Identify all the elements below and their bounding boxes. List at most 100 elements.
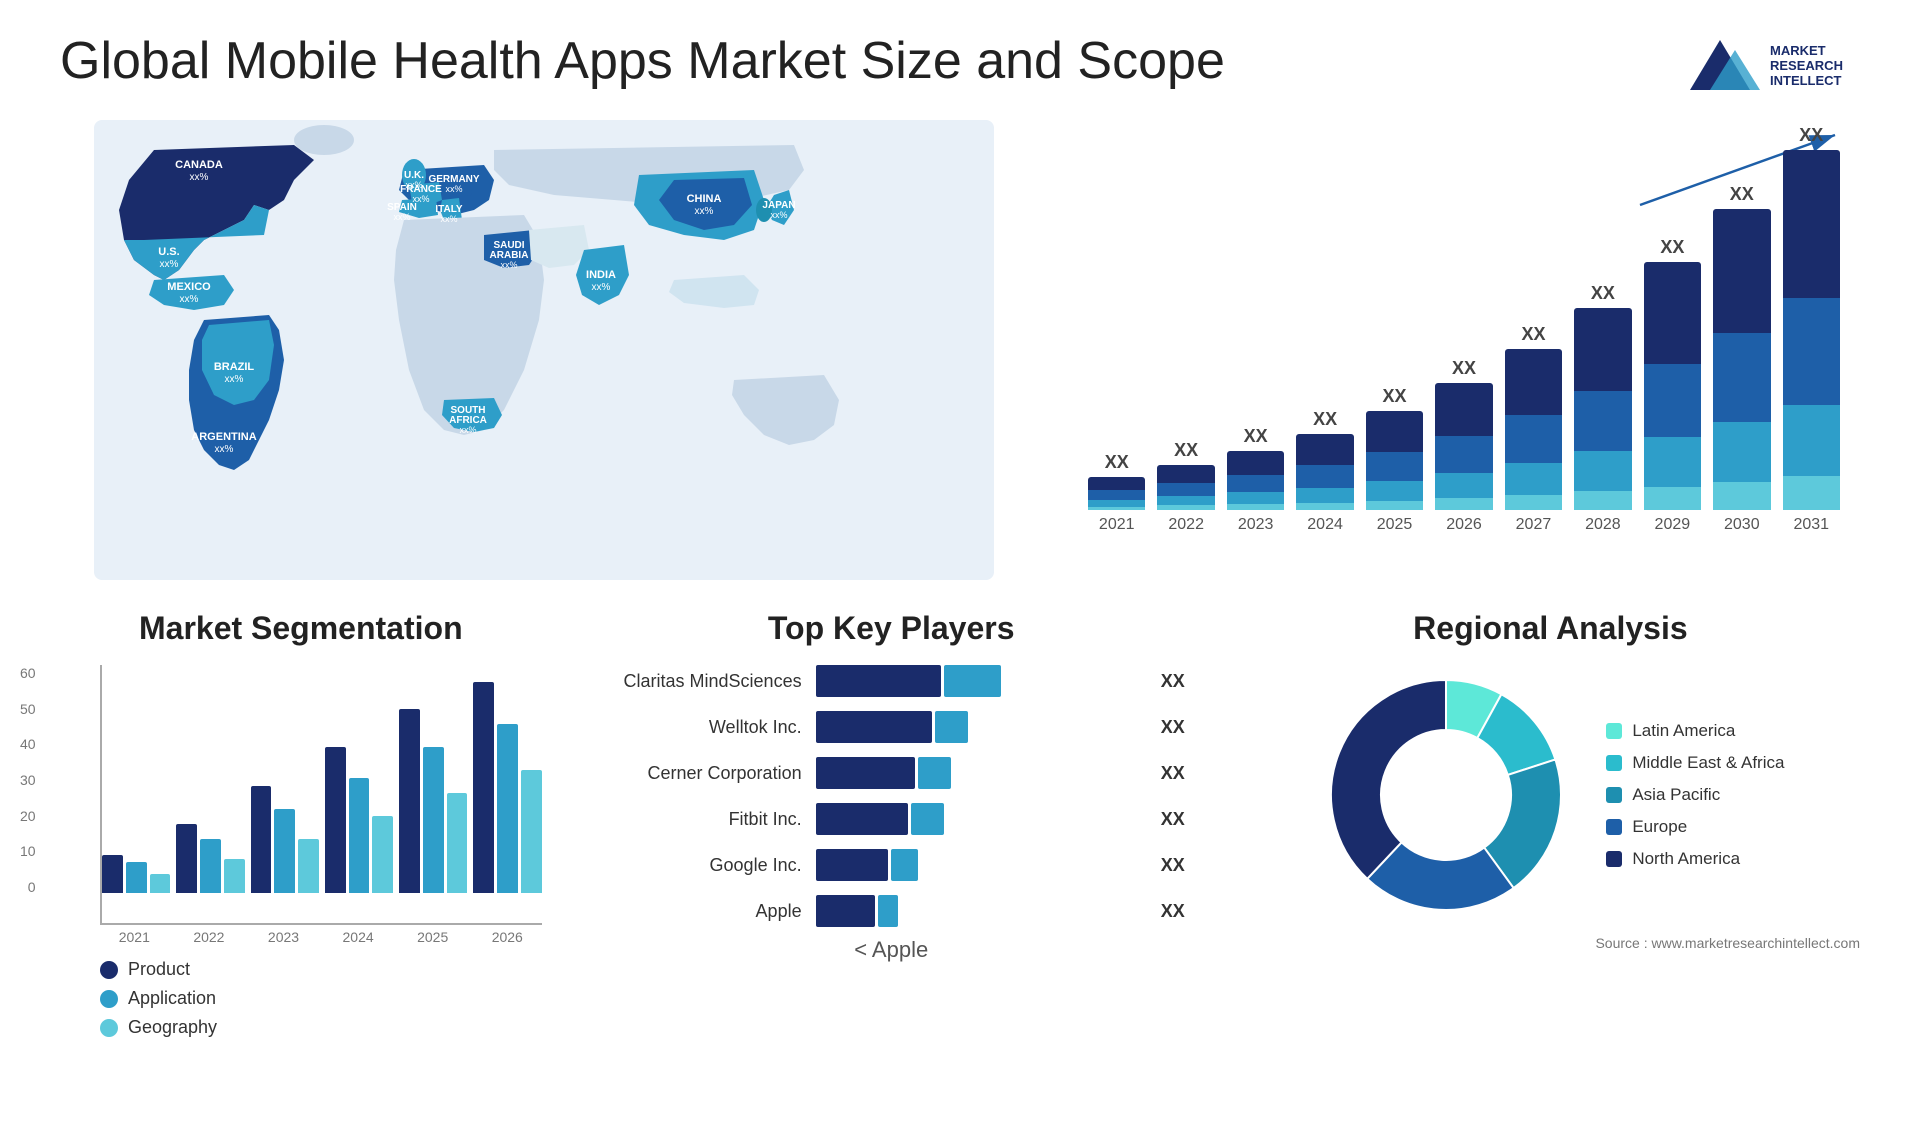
bar-x-label: 2031: [1783, 516, 1840, 534]
bar-group: XX: [1227, 426, 1284, 510]
svg-text:xx%: xx%: [190, 172, 209, 183]
bar-segment: [1296, 503, 1353, 510]
reg-legend-item: North America: [1606, 849, 1784, 869]
player-value: XX: [1161, 901, 1201, 922]
player-bars: [816, 803, 1147, 835]
legend-label: Application: [128, 988, 216, 1009]
svg-text:CHINA: CHINA: [687, 193, 722, 205]
seg-x-label: 2023: [249, 929, 318, 945]
bar-group: XX: [1157, 440, 1214, 510]
player-bars: [816, 665, 1147, 697]
legend-dot: [100, 961, 118, 979]
reg-legend-item: Middle East & Africa: [1606, 753, 1784, 773]
seg-y-label: 40: [20, 736, 36, 752]
top-row: CANADA xx% U.S. xx% MEXICO xx% BRAZIL xx…: [60, 120, 1860, 580]
reg-legend-label: Europe: [1632, 817, 1687, 837]
bar-segment: [1366, 411, 1423, 452]
bar-segment: [1644, 262, 1701, 364]
player-name: Cerner Corporation: [582, 763, 802, 784]
seg-y-label: 0: [28, 879, 36, 895]
seg-bar: [497, 724, 518, 893]
seg-legend-item: Application: [100, 988, 542, 1009]
bar-top-label: XX: [1521, 324, 1545, 345]
bar-stack: [1505, 349, 1562, 510]
bar-segment: [1713, 482, 1770, 510]
bar-stack: [1296, 434, 1353, 510]
bar-group: XX: [1366, 386, 1423, 510]
legend-label: Product: [128, 959, 190, 980]
bar-group: XX: [1644, 237, 1701, 510]
bar-chart-container: XXXXXXXXXXXXXXXXXXXXXX 20212022202320242…: [1068, 120, 1860, 580]
player-value: XX: [1161, 855, 1201, 876]
bar-segment: [1088, 490, 1145, 500]
svg-text:xx%: xx%: [695, 206, 714, 217]
bar-chart-area: XXXXXXXXXXXXXXXXXXXXXX: [1088, 130, 1840, 510]
bar-segment: [1783, 476, 1840, 510]
bar-segment: [1505, 495, 1562, 510]
seg-x-label: 2025: [398, 929, 467, 945]
player-bars: [816, 711, 1147, 743]
bar-segment: [1296, 488, 1353, 503]
bar-x-label: 2024: [1296, 516, 1353, 534]
bar-segment: [1227, 475, 1284, 492]
bar-segment: [1644, 487, 1701, 510]
bar-stack: [1644, 262, 1701, 510]
regional-title: Regional Analysis: [1241, 610, 1860, 647]
bar-segment: [1783, 298, 1840, 404]
bar-top-label: XX: [1174, 440, 1198, 461]
reg-legend-label: North America: [1632, 849, 1740, 869]
player-row: Google Inc. XX: [582, 849, 1201, 881]
reg-legend-item: Europe: [1606, 817, 1784, 837]
player-name: Google Inc.: [582, 855, 802, 876]
seg-group: [251, 786, 319, 893]
bar-segment: [1783, 150, 1840, 298]
seg-bar: [372, 816, 393, 893]
svg-text:xx%: xx%: [445, 184, 462, 194]
seg-bar: [200, 839, 221, 893]
player-bar-light: [935, 711, 968, 743]
bar-segment: [1783, 405, 1840, 477]
donut-container: [1316, 665, 1576, 925]
svg-text:INTELLECT: INTELLECT: [1770, 73, 1842, 88]
svg-text:RESEARCH: RESEARCH: [1770, 58, 1843, 73]
players-more: < Apple: [582, 937, 1201, 963]
seg-x-labels: 202120222023202420252026: [100, 929, 542, 945]
seg-bar: [298, 839, 319, 893]
seg-group: [176, 824, 244, 893]
bar-x-label: 2023: [1227, 516, 1284, 534]
svg-text:xx%: xx%: [459, 425, 476, 435]
bar-segment: [1157, 465, 1214, 483]
player-bar-dark: [816, 665, 942, 697]
bar-top-label: XX: [1313, 409, 1337, 430]
regional-content: Latin America Middle East & Africa Asia Pa…: [1241, 665, 1860, 925]
seg-bar: [126, 862, 147, 893]
reg-legend-dot: [1606, 819, 1622, 835]
seg-legend-item: Geography: [100, 1017, 542, 1038]
seg-bar: [251, 786, 272, 893]
svg-text:BRAZIL: BRAZIL: [214, 361, 255, 373]
bar-group: XX: [1296, 409, 1353, 510]
seg-y-axis: 6050403020100: [20, 665, 36, 925]
seg-y-label: 50: [20, 701, 36, 717]
regional-section: Regional Analysis Latin America Middle Ea…: [1241, 610, 1860, 1038]
bar-top-label: XX: [1244, 426, 1268, 447]
player-bar-dark: [816, 711, 932, 743]
reg-legend-label: Asia Pacific: [1632, 785, 1720, 805]
seg-group: [102, 855, 170, 893]
bar-top-label: XX: [1591, 283, 1615, 304]
bar-segment: [1157, 505, 1214, 510]
seg-bar: [274, 809, 295, 893]
bottom-row: Market Segmentation 6050403020100 202120…: [60, 610, 1860, 1038]
bar-segment: [1574, 491, 1631, 510]
bar-x-label: 2026: [1435, 516, 1492, 534]
bar-segment: [1227, 451, 1284, 475]
bar-segment: [1505, 463, 1562, 495]
world-map-svg: CANADA xx% U.S. xx% MEXICO xx% BRAZIL xx…: [60, 120, 1028, 580]
player-bar-dark: [816, 895, 876, 927]
bar-stack: [1088, 477, 1145, 510]
bar-segment: [1713, 209, 1770, 333]
svg-text:xx%: xx%: [180, 294, 199, 305]
player-bars: [816, 757, 1147, 789]
reg-legend-item: Latin America: [1606, 721, 1784, 741]
bar-stack: [1227, 451, 1284, 510]
